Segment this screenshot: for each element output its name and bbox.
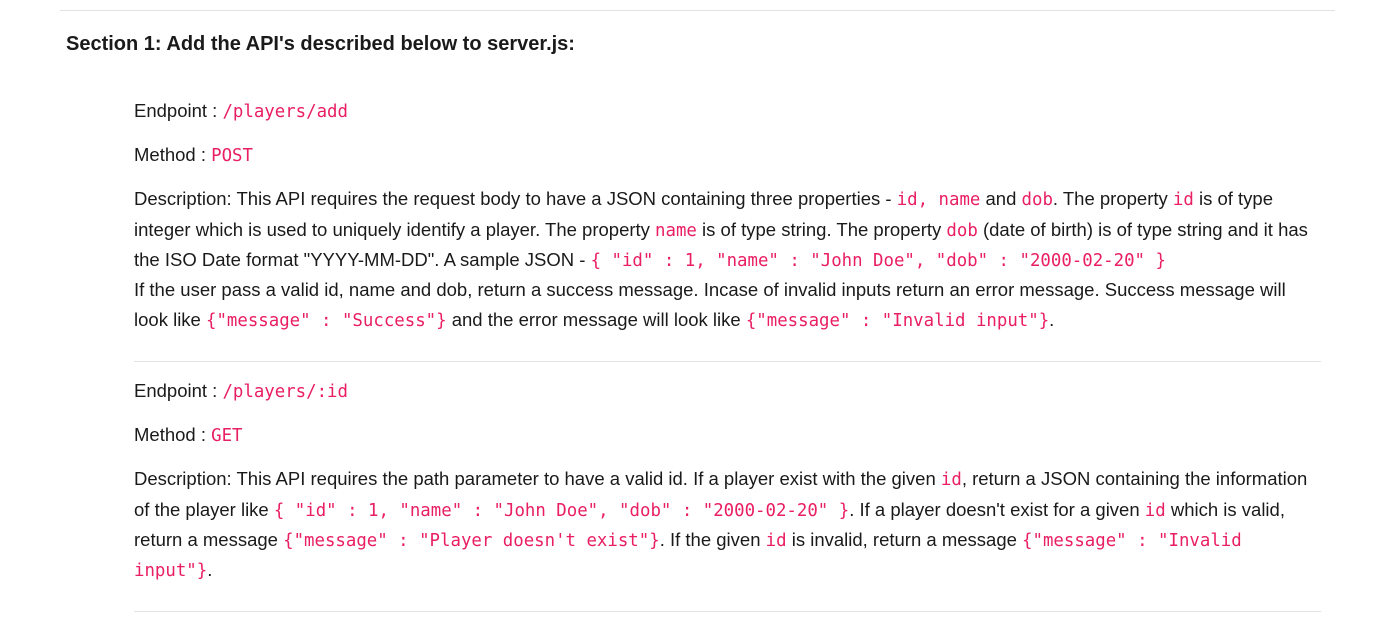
description: Description: This API requires the reque… [134,184,1321,335]
api-block-add: Endpoint : /players/add Method : POST De… [134,82,1321,362]
desc-text: is of type string. The property [697,219,947,240]
desc-code: id [1173,190,1194,210]
method-value: GET [211,426,242,446]
desc-code: id [941,470,962,490]
desc-code: id [1145,501,1166,521]
desc-code: dob [946,221,977,241]
endpoint-label: Endpoint : [134,100,222,121]
desc-text: Description: This API requires the reque… [134,188,897,209]
desc-text: is invalid, return a message [787,529,1022,550]
desc-text: and the error message will look like [447,309,746,330]
endpoint-line: Endpoint : /players/add [134,96,1321,126]
desc-text: Description: This API requires the path … [134,468,941,489]
method-label: Method : [134,424,211,445]
description: Description: This API requires the path … [134,464,1321,585]
desc-text: . [207,559,212,580]
desc-code: {"message" : "Invalid input"} [746,311,1049,331]
endpoint-line: Endpoint : /players/:id [134,376,1321,406]
section-title: Section 1: Add the API's described below… [66,33,1335,56]
endpoint-value: /players/add [222,102,348,122]
desc-code: id, name [897,190,981,210]
desc-text: . If the given [660,529,766,550]
desc-code: id [766,531,787,551]
method-label: Method : [134,144,211,165]
api-block-get: Endpoint : /players/:id Method : GET Des… [134,362,1321,612]
desc-code: dob [1022,190,1053,210]
page: Section 1: Add the API's described below… [0,10,1395,612]
endpoint-label: Endpoint : [134,380,222,401]
desc-code: name [655,221,697,241]
method-line: Method : GET [134,420,1321,450]
desc-text: . [1049,309,1054,330]
desc-code: { "id" : 1, "name" : "John Doe", "dob" :… [591,251,1166,271]
desc-code: {"message" : "Player doesn't exist"} [283,531,660,551]
endpoint-value: /players/:id [222,382,348,402]
desc-code: { "id" : 1, "name" : "John Doe", "dob" :… [274,501,849,521]
desc-code: {"message" : "Success"} [206,311,447,331]
desc-text: . If a player doesn't exist for a given [849,499,1145,520]
desc-text: and [980,188,1021,209]
method-line: Method : POST [134,140,1321,170]
desc-text: . The property [1053,188,1173,209]
method-value: POST [211,146,253,166]
top-divider [60,10,1335,11]
